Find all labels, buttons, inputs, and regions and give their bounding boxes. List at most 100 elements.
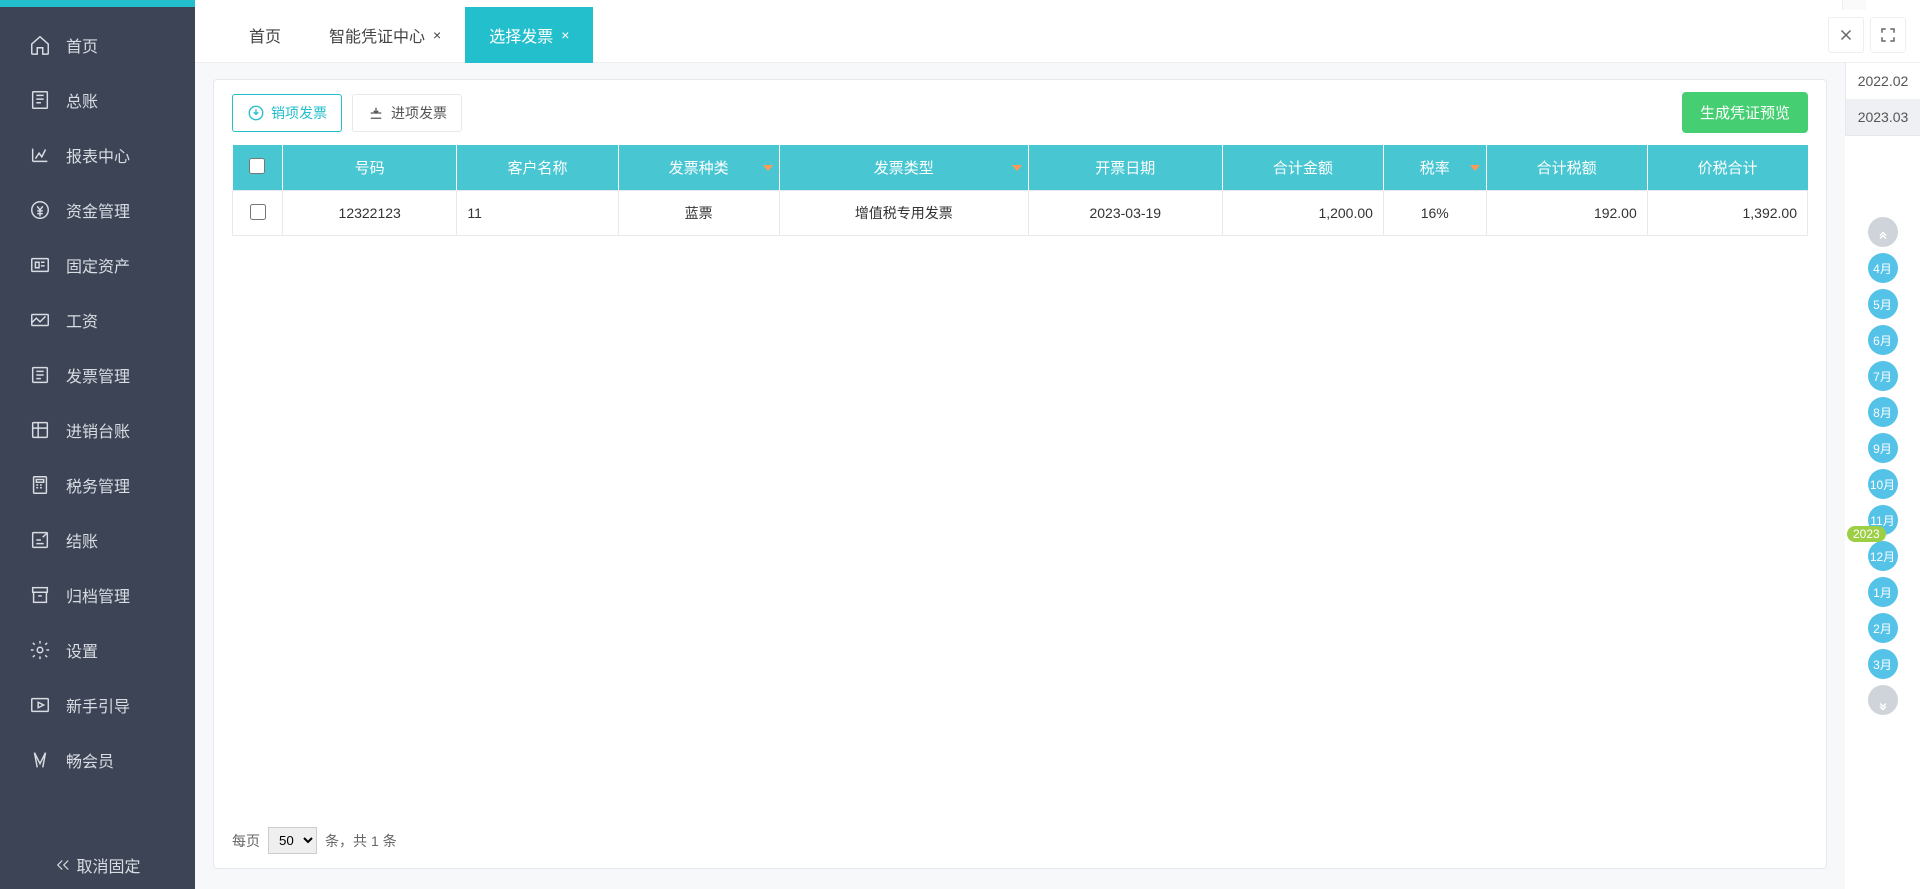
close-all-button[interactable] (1828, 17, 1864, 53)
play-icon (28, 693, 52, 717)
nav-label: 首页 (66, 33, 98, 57)
tab-close-icon[interactable]: × (561, 27, 569, 43)
nav-close[interactable]: 结账 (0, 512, 195, 567)
pager: 每页 50 条，共 1 条 (232, 827, 397, 854)
month-8[interactable]: 8月 (1868, 397, 1898, 427)
tax-icon (28, 473, 52, 497)
cell-tax: 192.00 (1486, 191, 1647, 236)
nav-invoice[interactable]: 发票管理 (0, 347, 195, 402)
month-scroll-down[interactable] (1868, 685, 1898, 715)
nav-fund[interactable]: 资金管理 (0, 182, 195, 237)
pager-unit: 条，共 (325, 831, 367, 851)
month-10[interactable]: 10月 (1868, 469, 1898, 499)
salary-icon (28, 308, 52, 332)
tab-home[interactable]: 首页 (225, 7, 305, 63)
generate-voucher-button[interactable]: 生成凭证预览 (1682, 92, 1808, 133)
nav-member[interactable]: 畅会员 (0, 732, 195, 787)
pager-count: 1 (371, 833, 379, 849)
month-3[interactable]: 3月 (1868, 649, 1898, 679)
nav-label: 资金管理 (66, 198, 130, 222)
month-12[interactable]: 12月 (1868, 541, 1898, 571)
year-tabs: 2022.02 2023.03 (1845, 63, 1920, 136)
chevron-down-icon (763, 165, 773, 171)
invoice-table: 号码 客户名称 发票种类 发票类型 开票日期 合计金额 税率 合计税额 价税合计… (232, 145, 1808, 236)
th-total[interactable]: 价税合计 (1647, 145, 1807, 191)
pager-per-label: 每页 (232, 831, 260, 851)
subtab-label: 销项发票 (271, 103, 327, 123)
tab-label: 首页 (249, 23, 281, 47)
cell-date: 2023-03-19 (1028, 191, 1222, 236)
book-icon (28, 418, 52, 442)
subtab-label: 进项发票 (391, 103, 447, 123)
nav-settings[interactable]: 设置 (0, 622, 195, 677)
year-badge: 2023 (1847, 526, 1886, 542)
th-rate[interactable]: 税率 (1383, 145, 1486, 191)
subtab-input-invoice[interactable]: 进项发票 (352, 94, 462, 132)
nav-label: 发票管理 (66, 363, 130, 387)
nav-label: 工资 (66, 308, 98, 332)
nav-label: 结账 (66, 528, 98, 552)
nav-ledger[interactable]: 总账 (0, 72, 195, 127)
nav-report[interactable]: 报表中心 (0, 127, 195, 182)
cell-total: 1,392.00 (1647, 191, 1807, 236)
nav-asset[interactable]: 固定资产 (0, 237, 195, 292)
month-5[interactable]: 5月 (1868, 289, 1898, 319)
month-4[interactable]: 4月 (1868, 253, 1898, 283)
th-amount[interactable]: 合计金额 (1222, 145, 1383, 191)
close-period-icon (28, 528, 52, 552)
th-kind[interactable]: 发票种类 (618, 145, 779, 191)
nav-label: 新手引导 (66, 693, 130, 717)
close-icon (1837, 26, 1855, 44)
tab-select-invoice[interactable]: 选择发票 × (465, 7, 593, 63)
nav-label: 固定资产 (66, 253, 130, 277)
home-icon (28, 33, 52, 57)
month-1[interactable]: 1月 (1868, 577, 1898, 607)
th-type[interactable]: 发票类型 (779, 145, 1028, 191)
nav-list: 首页 总账 报表中心 资金管理 固定资产 工资 发票管理 进销台账 (0, 7, 195, 787)
nav-label: 归档管理 (66, 583, 130, 607)
cell-customer: 11 (457, 191, 618, 236)
month-7[interactable]: 7月 (1868, 361, 1898, 391)
content-area: 销项发票 进项发票 生成凭证预览 号码 客户名称 发票种类 发票类型 开票日期 … (195, 63, 1845, 889)
year-tab[interactable]: 2022.02 (1846, 63, 1920, 99)
pager-per-select[interactable]: 50 (268, 827, 317, 854)
th-date[interactable]: 开票日期 (1028, 145, 1222, 191)
nav-tax[interactable]: 税务管理 (0, 457, 195, 512)
nav-stock[interactable]: 进销台账 (0, 402, 195, 457)
th-customer[interactable]: 客户名称 (457, 145, 618, 191)
subtab-output-invoice[interactable]: 销项发票 (232, 94, 342, 132)
nav-label: 进销台账 (66, 418, 130, 442)
fullscreen-icon (1879, 26, 1897, 44)
chart-icon (28, 143, 52, 167)
tabs-scroll-right[interactable] (1842, 0, 1866, 10)
nav-label: 报表中心 (66, 143, 130, 167)
nav-archive[interactable]: 归档管理 (0, 567, 195, 622)
month-6[interactable]: 6月 (1868, 325, 1898, 355)
cell-kind: 蓝票 (618, 191, 779, 236)
yen-icon (28, 198, 52, 222)
month-9[interactable]: 9月 (1868, 433, 1898, 463)
tab-voucher-center[interactable]: 智能凭证中心 × (305, 7, 465, 63)
sidebar-collapse[interactable]: 取消固定 (0, 841, 195, 889)
tab-label: 选择发票 (489, 23, 553, 47)
row-checkbox[interactable] (250, 204, 266, 220)
month-2[interactable]: 2月 (1868, 613, 1898, 643)
select-all-checkbox[interactable] (249, 158, 265, 174)
table-row[interactable]: 12322123 11 蓝票 增值税专用发票 2023-03-19 1,200.… (233, 191, 1808, 236)
nav-home[interactable]: 首页 (0, 17, 195, 72)
nav-guide[interactable]: 新手引导 (0, 677, 195, 732)
asset-icon (28, 253, 52, 277)
nav-salary[interactable]: 工资 (0, 292, 195, 347)
cell-amount: 1,200.00 (1222, 191, 1383, 236)
cell-number: 12322123 (283, 191, 457, 236)
fullscreen-button[interactable] (1870, 17, 1906, 53)
panel: 销项发票 进项发票 生成凭证预览 号码 客户名称 发票种类 发票类型 开票日期 … (213, 79, 1827, 869)
year-tab[interactable]: 2023.03 (1846, 99, 1920, 135)
th-tax[interactable]: 合计税额 (1486, 145, 1647, 191)
month-scroll-up[interactable] (1868, 217, 1898, 247)
th-number[interactable]: 号码 (283, 145, 457, 191)
tab-close-icon[interactable]: × (433, 27, 441, 43)
member-icon (28, 748, 52, 772)
chevron-down-icon (1470, 165, 1480, 171)
archive-icon (28, 583, 52, 607)
